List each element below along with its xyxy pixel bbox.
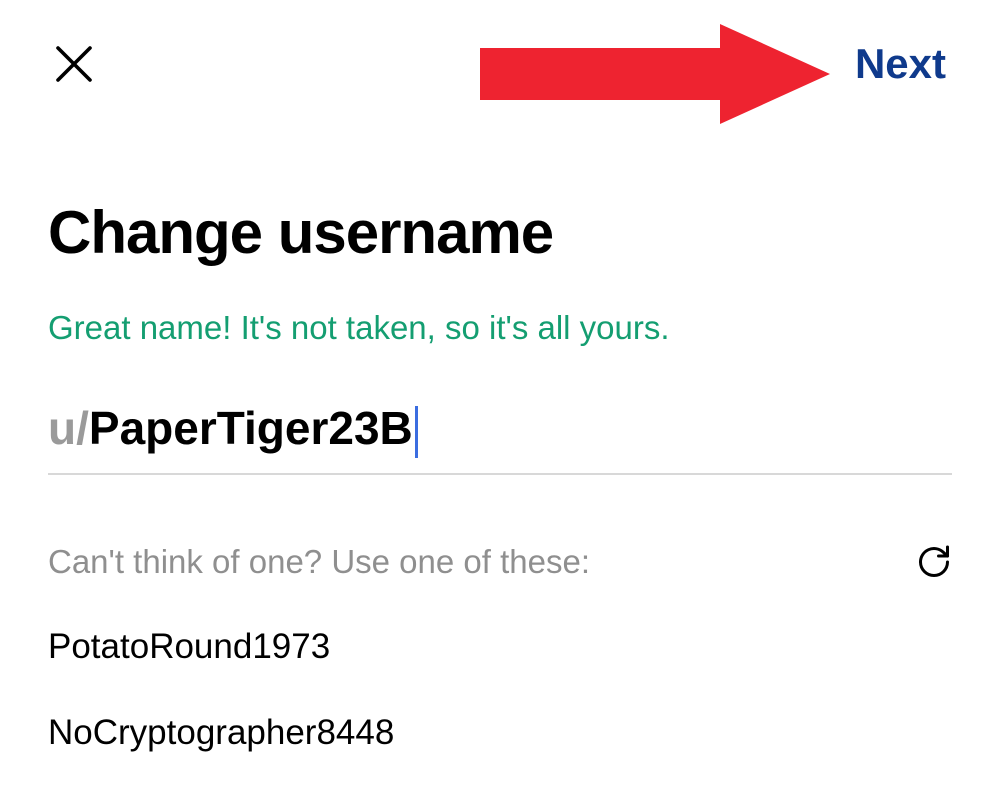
- suggestions-header: Can't think of one? Use one of these:: [48, 543, 952, 581]
- text-cursor: [415, 406, 418, 458]
- suggestion-item[interactable]: NoCryptographer8448: [48, 713, 952, 753]
- suggestion-item[interactable]: PotatoRound1973: [48, 627, 952, 667]
- main-content: Change username Great name! It's not tak…: [0, 198, 1000, 753]
- next-button[interactable]: Next: [855, 40, 950, 88]
- close-icon: [50, 40, 98, 88]
- arrow-annotation: [480, 24, 840, 129]
- refresh-button[interactable]: [916, 544, 952, 580]
- close-button[interactable]: [50, 40, 98, 88]
- username-input[interactable]: u/ PaperTiger23B: [48, 401, 952, 475]
- status-message: Great name! It's not taken, so it's all …: [48, 309, 952, 347]
- suggestions-label: Can't think of one? Use one of these:: [48, 543, 590, 581]
- page-title: Change username: [48, 198, 952, 267]
- username-prefix: u/: [48, 401, 89, 455]
- refresh-icon: [916, 544, 952, 580]
- username-value: PaperTiger23B: [89, 401, 413, 455]
